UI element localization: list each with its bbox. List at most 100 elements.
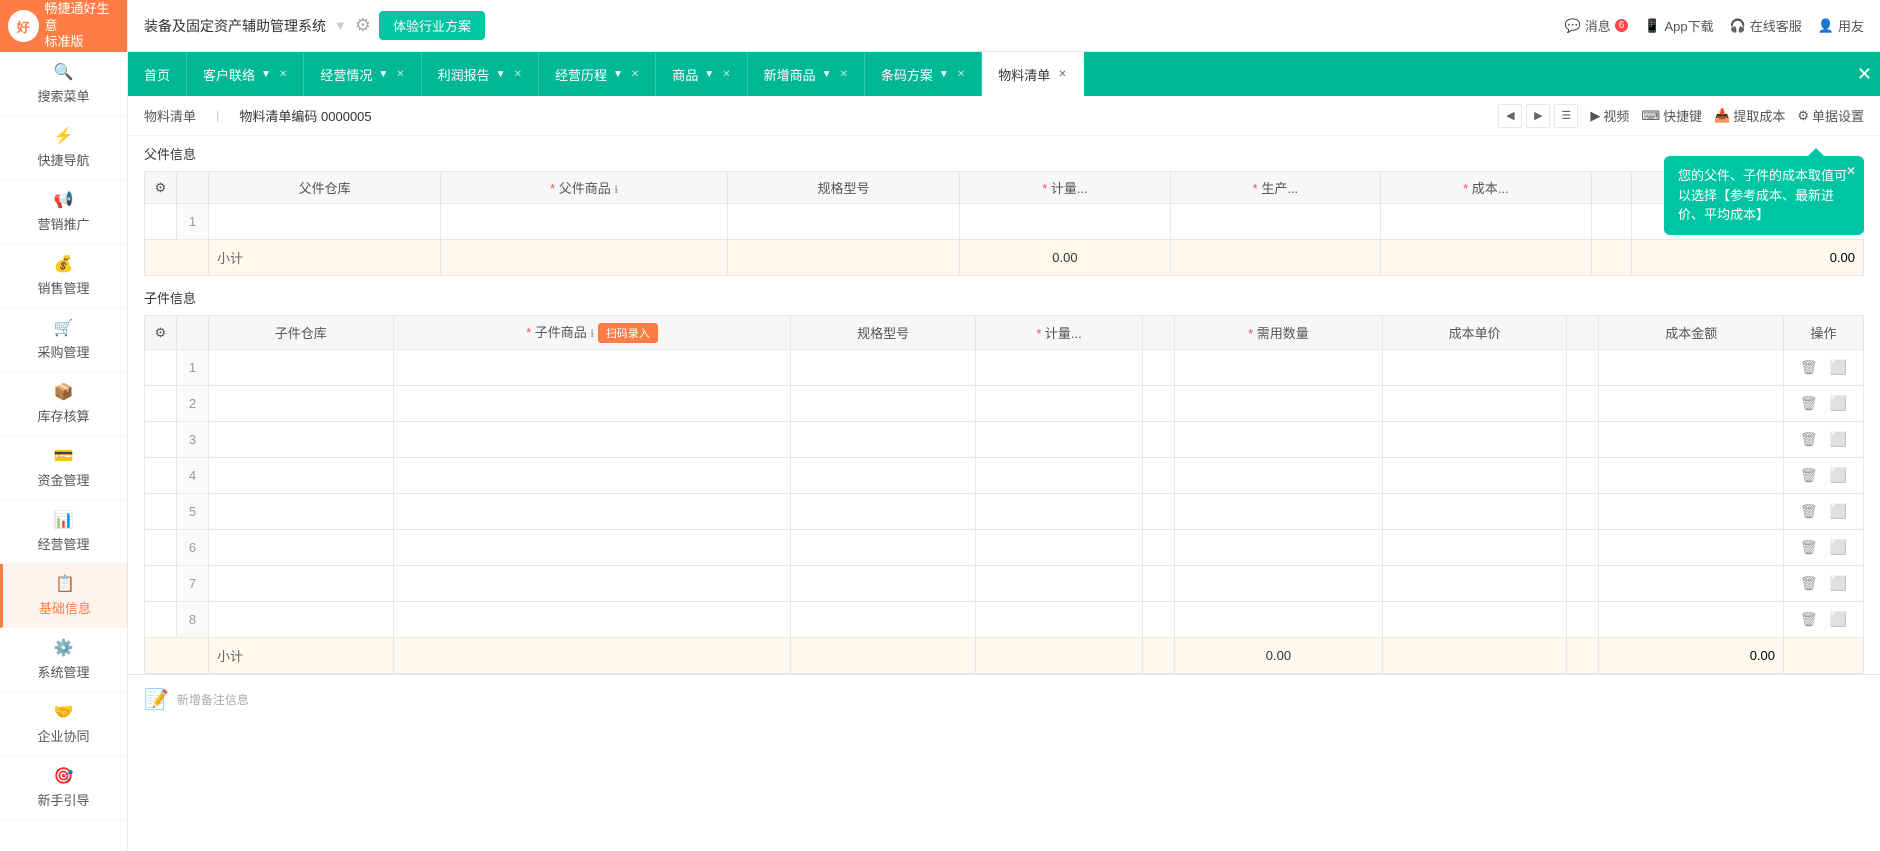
copy-row-button[interactable]: ⬜	[1826, 393, 1851, 414]
extract-cost-action[interactable]: 📥 提取成本	[1714, 106, 1785, 125]
prev-page-button[interactable]: ◀	[1498, 104, 1522, 128]
child-table-row: 2 🗑 ⬜	[145, 386, 1864, 422]
sidebar-item-quicknav[interactable]: ⚡ 快捷导航	[0, 116, 127, 180]
tab-operation-status[interactable]: 经营情况 ▼ ✕	[304, 52, 421, 96]
sidebar-item-cooperation[interactable]: 🤝 企业协同	[0, 692, 127, 756]
gear-icon[interactable]: ⚙	[155, 325, 167, 340]
phone-icon: 📱	[1644, 18, 1660, 34]
delete-row-button[interactable]: 🗑	[1796, 465, 1822, 486]
close-icon[interactable]: ✕	[514, 69, 522, 80]
child-info-section-header: 子件信息	[128, 280, 1880, 315]
child-subtotal-row: 小计 0.00 0.00	[145, 638, 1864, 674]
close-icon[interactable]: ✕	[279, 69, 287, 80]
scan-input-button[interactable]: 扫码录入	[598, 323, 658, 343]
child-table-row: 6 🗑 ⬜	[145, 530, 1864, 566]
child-col-spacer	[1567, 316, 1599, 350]
next-page-button[interactable]: ▶	[1526, 104, 1550, 128]
copy-row-button[interactable]: ⬜	[1826, 573, 1851, 594]
top-header: 装备及固定资产辅助管理系统 ▼ ⚙ 体验行业方案 💬 消息 6 📱 App下载 …	[128, 0, 1880, 52]
delete-row-button[interactable]: 🗑	[1796, 393, 1822, 414]
parent-col-num	[177, 172, 209, 204]
close-all-tabs-icon[interactable]: ✕	[1857, 64, 1872, 85]
sidebar-item-finance[interactable]: 💳 资金管理	[0, 436, 127, 500]
delete-row-button[interactable]: 🗑	[1796, 609, 1822, 630]
extract-icon: 📥	[1714, 108, 1730, 124]
clipboard-icon: 📋	[55, 574, 75, 594]
copy-row-button[interactable]: ⬜	[1826, 357, 1851, 378]
close-icon[interactable]: ✕	[1058, 69, 1066, 80]
child-col-warehouse: 子件仓库	[209, 316, 394, 350]
tab-barcode[interactable]: 条码方案 ▼ ✕	[865, 52, 982, 96]
parent-info-table: ⚙ 父件仓库 * 父件商品 ℹ 规格型号 * 计量... * 生产... * 成…	[144, 171, 1864, 276]
close-icon[interactable]: ✕	[631, 69, 639, 80]
doc-settings-action[interactable]: ⚙ 单据设置	[1797, 106, 1864, 125]
delete-row-button[interactable]: 🗑	[1796, 501, 1822, 522]
tab-profit[interactable]: 利润报告 ▼ ✕	[422, 52, 539, 96]
sidebar-item-guide[interactable]: 🎯 新手引导	[0, 756, 127, 820]
settings-icon[interactable]: ⚙	[355, 15, 371, 36]
child-table-row: 1 🗑 ⬜	[145, 350, 1864, 386]
delete-row-button[interactable]: 🗑	[1796, 429, 1822, 450]
page-header: 物料清单 | 物料清单编码 0000005 ◀ ▶ ☰ ▶ 视频	[128, 96, 1880, 136]
child-table-row: 8 🗑 ⬜	[145, 602, 1864, 638]
sidebar-item-search[interactable]: 🔍 搜索菜单	[0, 52, 127, 116]
sidebar-item-operation[interactable]: 📊 经营管理	[0, 500, 127, 564]
copy-row-button[interactable]: ⬜	[1826, 501, 1851, 522]
sidebar-item-purchase[interactable]: 🛒 采购管理	[0, 308, 127, 372]
delete-row-button[interactable]: 🗑	[1796, 573, 1822, 594]
cost-tooltip: ✕ 您的父件、子件的成本取值可以选择【参考成本、最新进价、平均成本】	[1664, 156, 1864, 235]
delete-row-button[interactable]: 🗑	[1796, 357, 1822, 378]
main-area: 装备及固定资产辅助管理系统 ▼ ⚙ 体验行业方案 💬 消息 6 📱 App下载 …	[128, 0, 1880, 851]
search-icon: 🔍	[54, 62, 74, 82]
user-item[interactable]: 👤 用友	[1818, 16, 1864, 35]
headset-icon: 🎧	[1730, 18, 1746, 34]
close-icon[interactable]: ✕	[840, 69, 848, 80]
child-table-row: 7 🗑 ⬜	[145, 566, 1864, 602]
content-area: 物料清单 | 物料清单编码 0000005 ◀ ▶ ☰ ▶ 视频	[128, 96, 1880, 851]
copy-row-button[interactable]: ⬜	[1826, 537, 1851, 558]
trial-button[interactable]: 体验行业方案	[379, 11, 485, 40]
dropdown-arrow-icon[interactable]: ▼	[334, 18, 347, 33]
copy-row-button[interactable]: ⬜	[1826, 609, 1851, 630]
tab-add-goods[interactable]: 新增商品 ▼ ✕	[748, 52, 865, 96]
child-info-table-wrapper: ⚙ 子件仓库 * 子件商品 ℹ 扫码录入 规格型号 * 计量... * 需用数量	[128, 315, 1880, 674]
parent-col-cost: * 成本...	[1381, 172, 1591, 204]
child-info-table: ⚙ 子件仓库 * 子件商品 ℹ 扫码录入 规格型号 * 计量... * 需用数量	[144, 315, 1864, 674]
sidebar-item-inventory[interactable]: 📦 库存核算	[0, 372, 127, 436]
tab-customer[interactable]: 客户联络 ▼ ✕	[187, 52, 304, 96]
parent-col-extra	[1591, 172, 1631, 204]
child-table-row: 5 🗑 ⬜	[145, 494, 1864, 530]
close-icon[interactable]: ✕	[396, 69, 404, 80]
child-col-amount: 成本金额	[1599, 316, 1784, 350]
app-download-item[interactable]: 📱 App下载	[1644, 16, 1713, 35]
close-icon[interactable]: ✕	[957, 69, 965, 80]
online-service-item[interactable]: 🎧 在线客服	[1730, 16, 1802, 35]
list-view-button[interactable]: ☰	[1554, 104, 1578, 128]
sidebar-item-basic-info[interactable]: 📋 基础信息	[0, 564, 127, 628]
add-note-icon[interactable]: 📝	[144, 687, 169, 712]
child-col-goods: * 子件商品 ℹ 扫码录入	[393, 316, 791, 350]
tab-home[interactable]: 首页	[128, 52, 187, 96]
nav-tabs: 首页 客户联络 ▼ ✕ 经营情况 ▼ ✕ 利润报告 ▼ ✕ 经营历程 ▼ ✕ 商…	[128, 52, 1880, 96]
tab-history[interactable]: 经营历程 ▼ ✕	[539, 52, 656, 96]
child-table-settings-col: ⚙	[145, 316, 177, 350]
tab-goods[interactable]: 商品 ▼ ✕	[656, 52, 747, 96]
sidebar-item-system[interactable]: ⚙️ 系统管理	[0, 628, 127, 692]
box-icon: 📦	[54, 382, 74, 402]
sidebar-item-marketing[interactable]: 📢 营销推广	[0, 180, 127, 244]
shortcut-action[interactable]: ⌨ 快捷键	[1641, 106, 1702, 125]
tab-arrow-icon: ▼	[378, 69, 388, 80]
close-icon[interactable]: ✕	[722, 69, 730, 80]
tooltip-close-button[interactable]: ✕	[1846, 162, 1856, 180]
copy-row-button[interactable]: ⬜	[1826, 429, 1851, 450]
parent-info-section-header: 父件信息	[128, 136, 1880, 171]
copy-row-button[interactable]: ⬜	[1826, 465, 1851, 486]
chart-icon: 📊	[54, 510, 74, 530]
message-item[interactable]: 💬 消息 6	[1565, 16, 1629, 35]
breadcrumb-bom[interactable]: 物料清单	[144, 106, 196, 125]
sidebar-item-sales[interactable]: 💰 销售管理	[0, 244, 127, 308]
tab-bom[interactable]: 物料清单 ✕	[982, 52, 1083, 96]
video-action[interactable]: ▶ 视频	[1590, 106, 1629, 125]
delete-row-button[interactable]: 🗑	[1796, 537, 1822, 558]
gear-icon[interactable]: ⚙	[155, 180, 167, 195]
